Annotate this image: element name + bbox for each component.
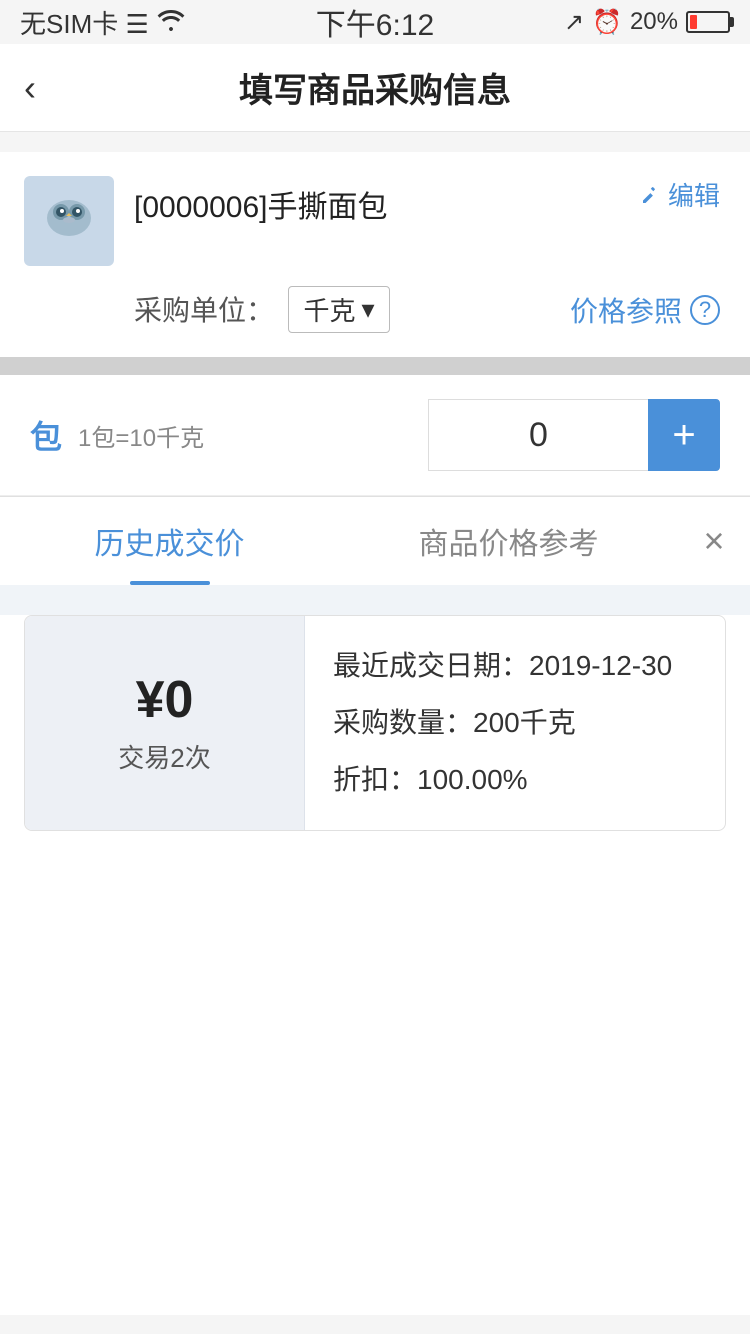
history-price-section: ¥0 交易2次 (25, 616, 305, 830)
location-icon: ↗ (564, 8, 584, 37)
page-title: 填写商品采购信息 (239, 63, 511, 112)
product-card: [0000006]手撕面包 编辑 采购单位： 千克 ▾ 价格参照 ? (0, 152, 750, 357)
price-ref-help-icon: ? (690, 295, 720, 325)
product-header: [0000006]手撕面包 编辑 (24, 176, 720, 266)
wifi-icon (157, 7, 185, 38)
history-discount-row: 折扣：100.00% (333, 760, 697, 799)
status-indicators: ↗ ⏰ 20% (564, 8, 730, 37)
alarm-icon: ⏰ (592, 8, 622, 37)
unit-label-group: 采购单位： 千克 ▾ (134, 286, 390, 333)
tab-close-button[interactable]: × (678, 497, 750, 585)
product-unit-row: 采购单位： 千克 ▾ 价格参照 ? (24, 286, 720, 333)
price-ref-button[interactable]: 价格参照 ? (570, 290, 720, 330)
quantity-row: 包 1包=10千克 + (0, 375, 750, 496)
section-divider (0, 357, 750, 375)
quantity-left: 包 1包=10千克 (30, 412, 204, 458)
tabs-container: 历史成交价 商品价格参考 × ¥0 交易2次 最近成交日期：2019-12-30… (0, 496, 750, 1315)
history-quantity-row: 采购数量：200千克 (333, 703, 697, 742)
back-button[interactable]: ‹ (24, 67, 36, 109)
tab-history-price[interactable]: 历史成交价 (0, 497, 339, 585)
edit-button[interactable]: 编辑 (640, 176, 720, 213)
history-trades-count: 交易2次 (118, 738, 210, 775)
battery-percent: 20% (630, 8, 678, 36)
tab-price-ref[interactable]: 商品价格参考 (339, 497, 678, 585)
quantity-conversion-text: 1包=10千克 (78, 418, 204, 453)
nav-bar: ‹ 填写商品采购信息 (0, 44, 750, 132)
battery-icon (686, 11, 730, 33)
history-card: ¥0 交易2次 最近成交日期：2019-12-30 采购数量：200千克 折扣：… (24, 615, 726, 831)
tab-content: ¥0 交易2次 最近成交日期：2019-12-30 采购数量：200千克 折扣：… (0, 615, 750, 1315)
tabs-header: 历史成交价 商品价格参考 × (0, 497, 750, 585)
unit-select[interactable]: 千克 ▾ (288, 286, 389, 333)
status-bar: 无SIM卡 ☰ 下午6:12 ↗ ⏰ 20% (0, 0, 750, 44)
product-thumbnail (24, 176, 114, 266)
unit-label: 采购单位： (134, 295, 274, 326)
tab-active-indicator (130, 581, 210, 585)
history-details-section: 最近成交日期：2019-12-30 采购数量：200千克 折扣：100.00% (305, 616, 725, 830)
dropdown-arrow-icon: ▾ (361, 294, 374, 325)
product-logo-icon (39, 186, 99, 256)
carrier-text: 无SIM卡 ☰ (20, 4, 149, 41)
quantity-unit-label: 包 (30, 412, 62, 458)
quantity-input-group: + (428, 399, 720, 471)
history-price-value: ¥0 (136, 670, 194, 730)
status-carrier: 无SIM卡 ☰ (20, 4, 185, 41)
quantity-input[interactable] (428, 399, 648, 471)
history-date-row: 最近成交日期：2019-12-30 (333, 646, 697, 685)
product-left: [0000006]手撕面包 (24, 176, 387, 266)
product-name: [0000006]手撕面包 (134, 176, 387, 226)
status-time: 下午6:12 (316, 0, 434, 44)
quantity-plus-button[interactable]: + (648, 399, 720, 471)
